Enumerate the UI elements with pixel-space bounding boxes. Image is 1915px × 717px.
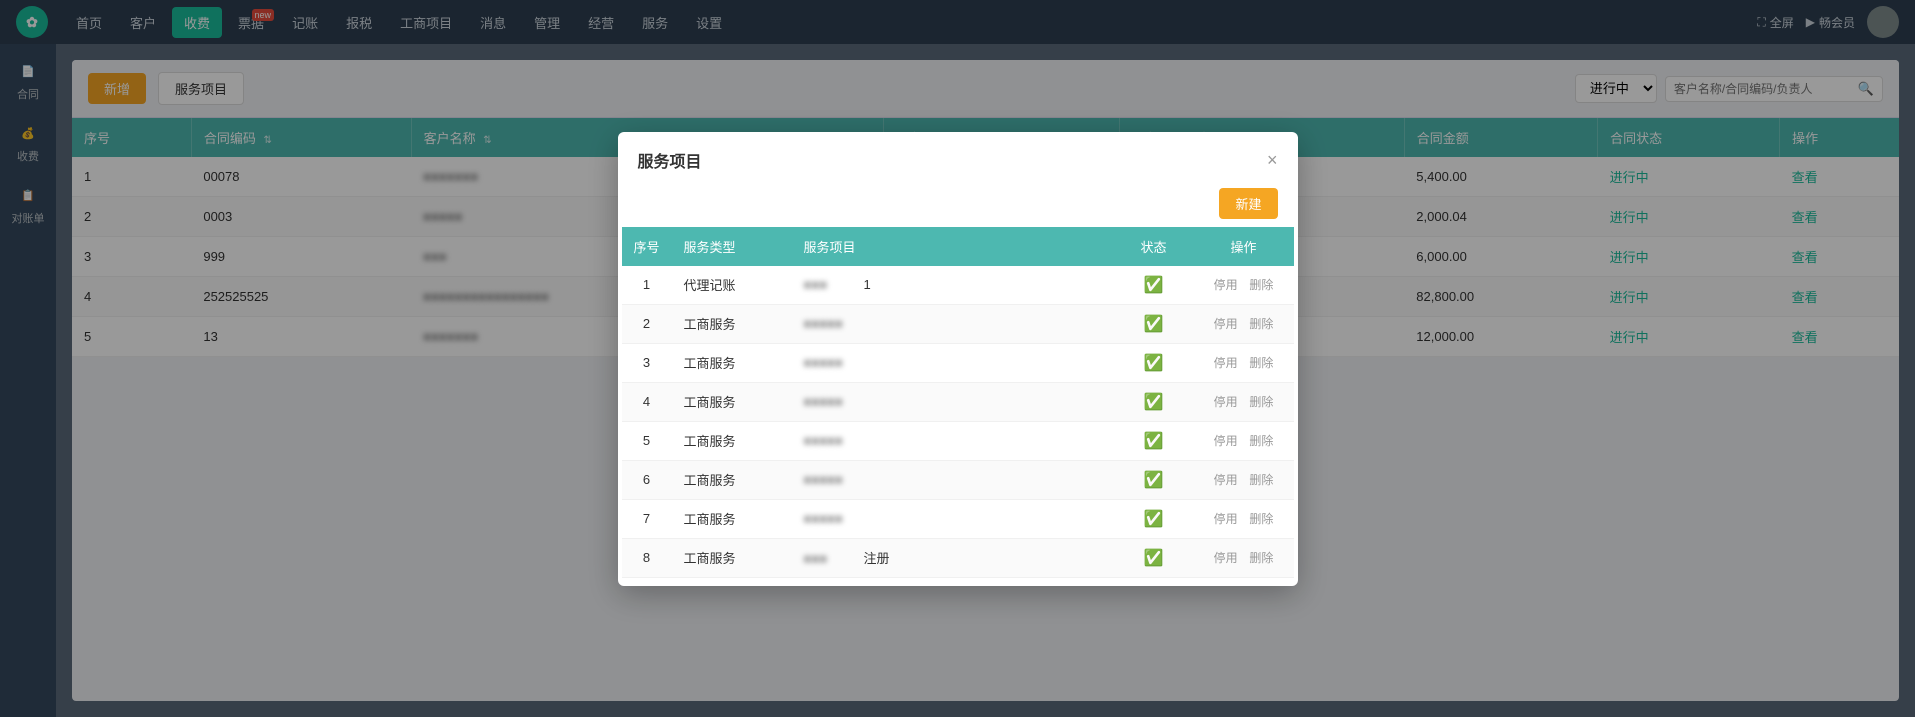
delete-btn[interactable]: 删除	[1249, 395, 1273, 409]
modal-cell-action: 停用 删除	[1194, 266, 1294, 305]
modal-cell-status: ✅	[1114, 538, 1194, 577]
modal-toolbar: 新建	[618, 180, 1298, 227]
modal-table-row: 3 工商服务 ■■■■■ ✅ 停用 删除	[622, 343, 1294, 382]
modal-cell-status: ✅	[1114, 266, 1194, 305]
modal-cell-status: ✅	[1114, 304, 1194, 343]
modal-header-row: 序号 服务类型 服务项目 状态 操作	[622, 227, 1294, 266]
delete-btn[interactable]: 删除	[1249, 317, 1273, 331]
delete-btn[interactable]: 删除	[1249, 278, 1273, 292]
modal-cell-action: 停用 删除	[1194, 538, 1294, 577]
status-check-icon: ✅	[1144, 472, 1164, 489]
modal-table-row: 4 工商服务 ■■■■■ ✅ 停用 删除	[622, 382, 1294, 421]
modal-cell-item: ■■■注册	[792, 538, 1114, 577]
modal-cell-status: ✅	[1114, 382, 1194, 421]
modal-new-btn[interactable]: 新建	[1219, 188, 1277, 219]
status-check-icon: ✅	[1144, 394, 1164, 411]
modal-col-action: 操作	[1194, 227, 1294, 266]
status-check-icon: ✅	[1144, 277, 1164, 294]
stop-btn[interactable]: 停用	[1214, 317, 1238, 331]
modal-cell-type: 工商服务	[672, 304, 792, 343]
modal-cell-action: 停用 删除	[1194, 499, 1294, 538]
modal-cell-status: ✅	[1114, 460, 1194, 499]
modal-cell-type: 工商服务	[672, 499, 792, 538]
service-items-table: 序号 服务类型 服务项目 状态 操作 1 代理记账 ■■■1 ✅ 停用 删除 2…	[622, 227, 1294, 578]
modal-table-row: 5 工商服务 ■■■■■ ✅ 停用 删除	[622, 421, 1294, 460]
stop-btn[interactable]: 停用	[1214, 395, 1238, 409]
modal-cell-item: ■■■■■	[792, 499, 1114, 538]
modal-cell-status: ✅	[1114, 499, 1194, 538]
modal-cell-index: 8	[622, 538, 672, 577]
status-check-icon: ✅	[1144, 511, 1164, 528]
modal-cell-index: 4	[622, 382, 672, 421]
modal-close-btn[interactable]: ×	[1267, 151, 1278, 169]
delete-btn[interactable]: 删除	[1249, 473, 1273, 487]
modal-col-index: 序号	[622, 227, 672, 266]
modal-cell-item: ■■■■■	[792, 343, 1114, 382]
delete-btn[interactable]: 删除	[1249, 551, 1273, 565]
status-check-icon: ✅	[1144, 550, 1164, 567]
modal-title: 服务项目	[638, 148, 702, 172]
stop-btn[interactable]: 停用	[1214, 278, 1238, 292]
modal-cell-index: 7	[622, 499, 672, 538]
stop-btn[interactable]: 停用	[1214, 551, 1238, 565]
modal-cell-status: ✅	[1114, 343, 1194, 382]
modal-cell-action: 停用 删除	[1194, 421, 1294, 460]
modal-cell-item: ■■■■■	[792, 304, 1114, 343]
delete-btn[interactable]: 删除	[1249, 512, 1273, 526]
modal-cell-index: 2	[622, 304, 672, 343]
modal-table-row: 7 工商服务 ■■■■■ ✅ 停用 删除	[622, 499, 1294, 538]
modal-cell-action: 停用 删除	[1194, 460, 1294, 499]
modal-cell-type: 工商服务	[672, 382, 792, 421]
modal-cell-item: ■■■■■	[792, 421, 1114, 460]
modal-table-row: 1 代理记账 ■■■1 ✅ 停用 删除	[622, 266, 1294, 305]
modal-cell-type: 工商服务	[672, 343, 792, 382]
delete-btn[interactable]: 删除	[1249, 434, 1273, 448]
modal-cell-type: 工商服务	[672, 538, 792, 577]
modal-overlay[interactable]: 服务项目 × 新建 序号 服务类型 服务项目 状态 操作 1 代理记账	[0, 0, 1915, 717]
stop-btn[interactable]: 停用	[1214, 434, 1238, 448]
modal-cell-status: ✅	[1114, 421, 1194, 460]
service-modal: 服务项目 × 新建 序号 服务类型 服务项目 状态 操作 1 代理记账	[618, 132, 1298, 586]
modal-cell-item: ■■■1	[792, 266, 1114, 305]
modal-col-type: 服务类型	[672, 227, 792, 266]
modal-cell-index: 3	[622, 343, 672, 382]
modal-cell-type: 工商服务	[672, 421, 792, 460]
modal-cell-index: 6	[622, 460, 672, 499]
modal-cell-item: ■■■■■	[792, 382, 1114, 421]
modal-header: 服务项目 ×	[618, 132, 1298, 180]
status-check-icon: ✅	[1144, 355, 1164, 372]
stop-btn[interactable]: 停用	[1214, 473, 1238, 487]
modal-cell-action: 停用 删除	[1194, 382, 1294, 421]
status-check-icon: ✅	[1144, 316, 1164, 333]
modal-table-wrap: 序号 服务类型 服务项目 状态 操作 1 代理记账 ■■■1 ✅ 停用 删除 2…	[622, 227, 1294, 578]
modal-cell-action: 停用 删除	[1194, 343, 1294, 382]
modal-table-row: 6 工商服务 ■■■■■ ✅ 停用 删除	[622, 460, 1294, 499]
modal-cell-action: 停用 删除	[1194, 304, 1294, 343]
status-check-icon: ✅	[1144, 433, 1164, 450]
stop-btn[interactable]: 停用	[1214, 356, 1238, 370]
modal-cell-item: ■■■■■	[792, 460, 1114, 499]
modal-cell-index: 1	[622, 266, 672, 305]
modal-col-item: 服务项目	[792, 227, 1114, 266]
modal-col-status: 状态	[1114, 227, 1194, 266]
modal-table-row: 8 工商服务 ■■■注册 ✅ 停用 删除	[622, 538, 1294, 577]
delete-btn[interactable]: 删除	[1249, 356, 1273, 370]
modal-cell-index: 5	[622, 421, 672, 460]
modal-table-row: 2 工商服务 ■■■■■ ✅ 停用 删除	[622, 304, 1294, 343]
modal-cell-type: 工商服务	[672, 460, 792, 499]
modal-cell-type: 代理记账	[672, 266, 792, 305]
stop-btn[interactable]: 停用	[1214, 512, 1238, 526]
